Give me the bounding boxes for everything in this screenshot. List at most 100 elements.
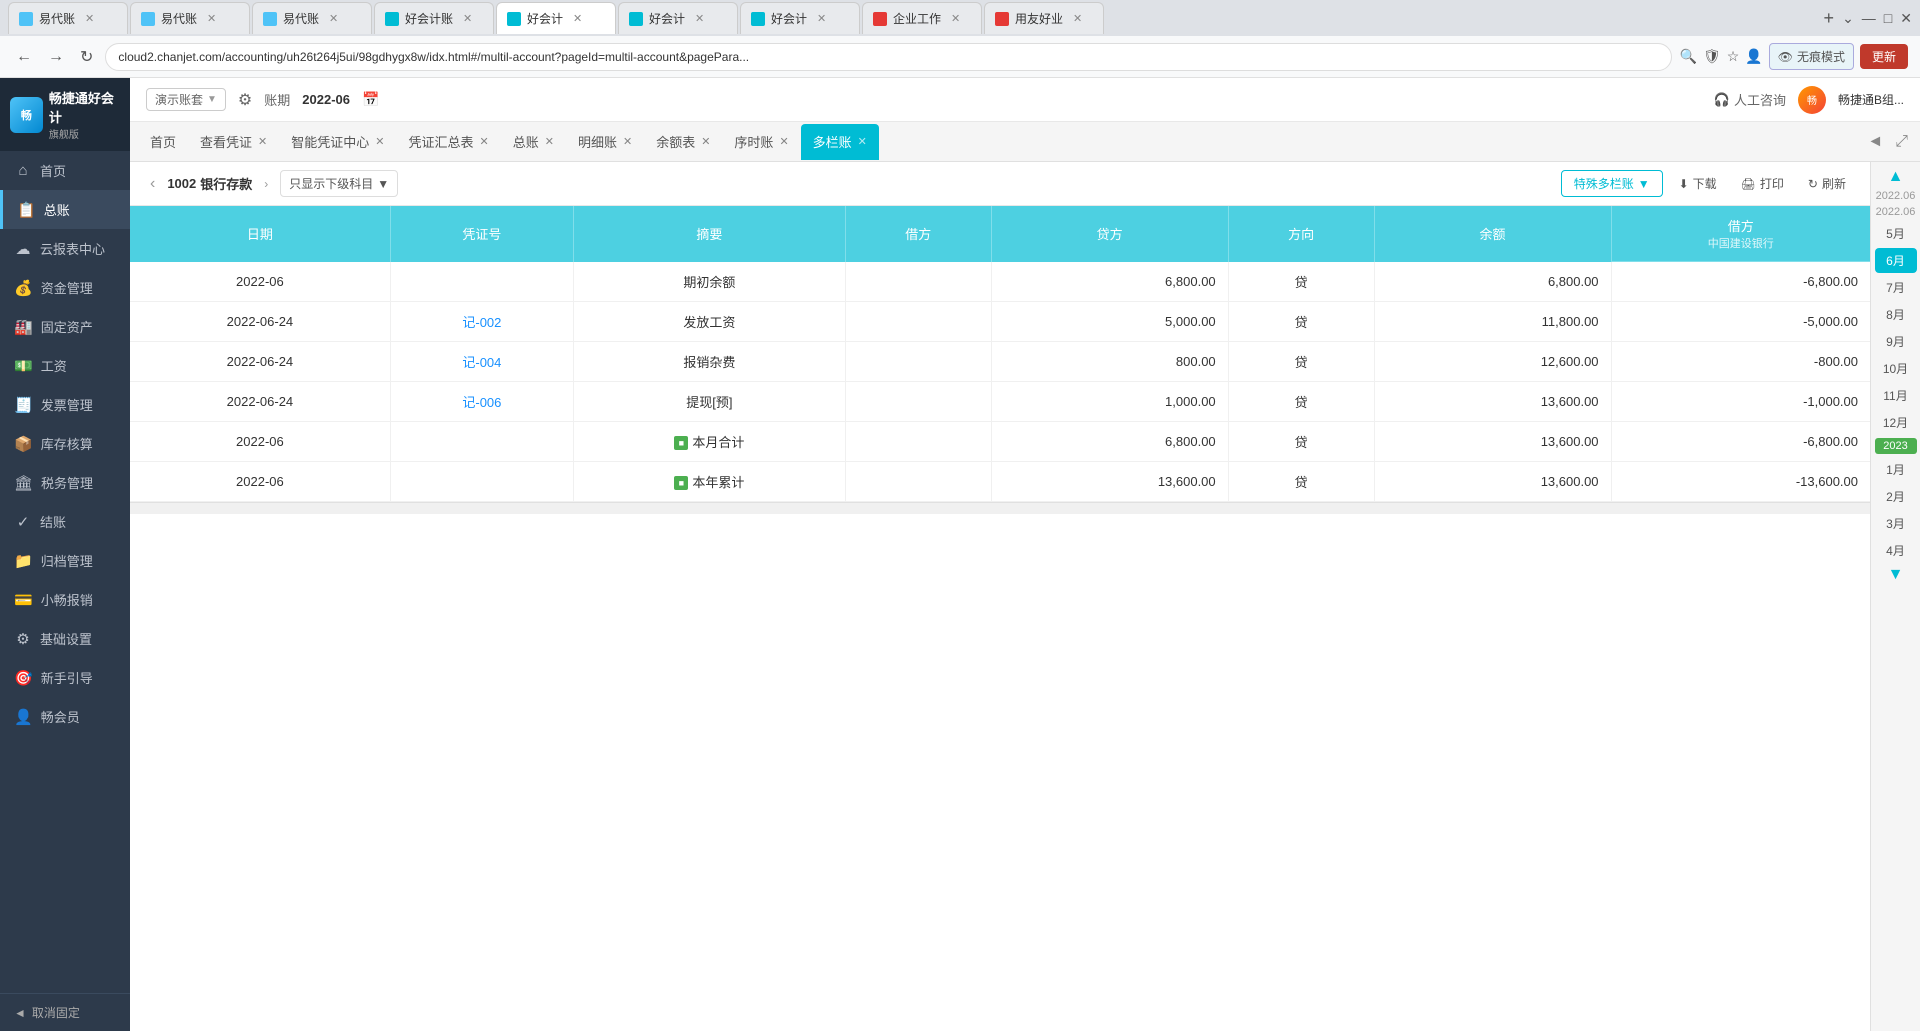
nav-tab-close-balance-table[interactable]: ✕ bbox=[701, 135, 710, 148]
close-browser-button[interactable]: ✕ bbox=[1900, 10, 1912, 27]
month-item-6月[interactable]: 6月 bbox=[1875, 248, 1917, 273]
sidebar-item-settings[interactable]: ⚙ 基础设置 bbox=[0, 619, 130, 658]
print-button[interactable]: 🖨 打印 bbox=[1733, 171, 1792, 196]
demo-dropdown-arrow[interactable]: ▼ bbox=[207, 94, 217, 105]
tab-close-button[interactable]: ✕ bbox=[573, 12, 582, 25]
nav-tab-home[interactable]: 首页 bbox=[138, 124, 188, 160]
nav-tab-view-voucher[interactable]: 查看凭证✕ bbox=[188, 124, 279, 160]
calendar-button[interactable]: 📅 bbox=[362, 91, 379, 108]
month-item-10月[interactable]: 10月 bbox=[1875, 356, 1917, 381]
consult-button[interactable]: 🎧 人工咨询 bbox=[1714, 90, 1786, 109]
special-multi-button[interactable]: 特殊多栏账 ▼ bbox=[1561, 170, 1663, 197]
tab-close-button[interactable]: ✕ bbox=[85, 12, 94, 25]
tab-label: 易代账 bbox=[283, 10, 319, 27]
sidebar-item-expense[interactable]: 💳 小畅报销 bbox=[0, 580, 130, 619]
sidebar-item-fund[interactable]: 💰 资金管理 bbox=[0, 268, 130, 307]
nav-tab-multi-column[interactable]: 多栏账✕ bbox=[801, 124, 879, 160]
nav-tab-detail-ledger[interactable]: 明细账✕ bbox=[566, 124, 644, 160]
nav-tab-balance-table[interactable]: 余额表✕ bbox=[644, 124, 722, 160]
search-icon[interactable]: 🔍 bbox=[1680, 48, 1697, 65]
month-item-8月[interactable]: 8月 bbox=[1875, 302, 1917, 327]
nav-tab-close-general-ledger[interactable]: ✕ bbox=[545, 135, 554, 148]
tab-close-button[interactable]: ✕ bbox=[329, 12, 338, 25]
tab-close-button[interactable]: ✕ bbox=[695, 12, 704, 25]
tab-close-button[interactable]: ✕ bbox=[1073, 12, 1082, 25]
download-button[interactable]: ⬇ 下载 bbox=[1671, 171, 1725, 196]
expand-panel-button[interactable]: ⤢ bbox=[1891, 129, 1912, 155]
nav-tab-close-time-ledger[interactable]: ✕ bbox=[779, 135, 788, 148]
prev-account-button[interactable]: ‹ bbox=[146, 173, 159, 195]
browser-tab-8[interactable]: 企业工作 ✕ bbox=[862, 2, 982, 34]
cell-voucher[interactable]: 记-002 bbox=[390, 301, 573, 341]
sidebar-item-invoice[interactable]: 🧾 发票管理 bbox=[0, 385, 130, 424]
sidebar-item-salary[interactable]: 💵 工资 bbox=[0, 346, 130, 385]
month-item-3月[interactable]: 3月 bbox=[1875, 511, 1917, 536]
address-input[interactable] bbox=[105, 43, 1671, 71]
browser-tab-4[interactable]: 好会计账 ✕ bbox=[374, 2, 494, 34]
month-item-11月[interactable]: 11月 bbox=[1875, 383, 1917, 408]
browser-tab-6[interactable]: 好会计 ✕ bbox=[618, 2, 738, 34]
month-item-2月[interactable]: 2月 bbox=[1875, 484, 1917, 509]
browser-tab-9[interactable]: 用友好业 ✕ bbox=[984, 2, 1104, 34]
sidebar-item-fixed-assets[interactable]: 🏭 固定资产 bbox=[0, 307, 130, 346]
sidebar-item-guide[interactable]: 🎯 新手引导 bbox=[0, 658, 130, 697]
month-up-button[interactable]: ▲ bbox=[1886, 166, 1906, 188]
sidebar-item-general-ledger[interactable]: 📋 总账 bbox=[0, 190, 130, 229]
tab-list-button[interactable]: ⌄ bbox=[1842, 10, 1854, 27]
nav-tab-close-voucher-summary[interactable]: ✕ bbox=[480, 135, 489, 148]
user-avatar[interactable]: 畅 bbox=[1798, 86, 1826, 114]
refresh-button[interactable]: ↻ 刷新 bbox=[1800, 171, 1854, 196]
month-item-1月[interactable]: 1月 bbox=[1875, 457, 1917, 482]
unpin-button[interactable]: ◄ 取消固定 bbox=[0, 993, 130, 1031]
sidebar-item-cloud-report[interactable]: ☁ 云报表中心 bbox=[0, 229, 130, 268]
cell-voucher[interactable]: 记-004 bbox=[390, 341, 573, 381]
nav-tab-close-smart-voucher[interactable]: ✕ bbox=[375, 135, 384, 148]
star-icon[interactable]: ☆ bbox=[1727, 48, 1740, 65]
new-tab-button[interactable]: + bbox=[1824, 8, 1835, 29]
month-item-7月[interactable]: 7月 bbox=[1875, 275, 1917, 300]
month-item-4月[interactable]: 4月 bbox=[1875, 538, 1917, 563]
sidebar-item-tax[interactable]: 🏛 税务管理 bbox=[0, 463, 130, 502]
browser-tab-1[interactable]: 易代账 ✕ bbox=[8, 2, 128, 34]
tab-close-button[interactable]: ✕ bbox=[207, 12, 216, 25]
profile-icon[interactable]: 👤 bbox=[1745, 48, 1762, 65]
sidebar-item-home[interactable]: ⌂ 首页 bbox=[0, 151, 130, 190]
maximize-button[interactable]: □ bbox=[1884, 10, 1892, 26]
sidebar-item-close[interactable]: ✓ 结账 bbox=[0, 502, 130, 541]
tab-close-button[interactable]: ✕ bbox=[951, 12, 960, 25]
sidebar-item-archive[interactable]: 📁 归档管理 bbox=[0, 541, 130, 580]
cell-voucher[interactable]: 记-006 bbox=[390, 381, 573, 421]
month-item-9月[interactable]: 9月 bbox=[1875, 329, 1917, 354]
nav-tab-smart-voucher[interactable]: 智能凭证中心✕ bbox=[279, 124, 396, 160]
reload-button[interactable]: ↻ bbox=[76, 43, 97, 71]
browser-tab-7[interactable]: 好会计 ✕ bbox=[740, 2, 860, 34]
sidebar-item-inventory[interactable]: 📦 库存核算 bbox=[0, 424, 130, 463]
demo-badge[interactable]: 演示账套 ▼ bbox=[146, 88, 226, 111]
bottom-scrollbar[interactable] bbox=[130, 502, 1870, 514]
next-account-button[interactable]: › bbox=[260, 175, 272, 193]
minimize-button[interactable]: — bbox=[1862, 10, 1876, 26]
month-down-button[interactable]: ▼ bbox=[1886, 564, 1906, 586]
tab-actions[interactable]: + ⌄ — □ ✕ bbox=[1824, 8, 1912, 29]
tab-close-button[interactable]: ✕ bbox=[817, 12, 826, 25]
nav-tab-close-multi-column[interactable]: ✕ bbox=[858, 135, 867, 148]
nav-tab-general-ledger[interactable]: 总账✕ bbox=[501, 124, 566, 160]
forward-button[interactable]: → bbox=[44, 44, 68, 70]
collapse-panel-button[interactable]: ◄ bbox=[1863, 129, 1887, 155]
nav-tab-time-ledger[interactable]: 序时账✕ bbox=[722, 124, 800, 160]
nav-tab-close-detail-ledger[interactable]: ✕ bbox=[623, 135, 632, 148]
browser-tab-5[interactable]: 好会计 ✕ bbox=[496, 2, 616, 34]
month-item-12月[interactable]: 12月 bbox=[1875, 410, 1917, 435]
nav-tab-close-view-voucher[interactable]: ✕ bbox=[258, 135, 267, 148]
nav-tab-voucher-summary[interactable]: 凭证汇总表✕ bbox=[396, 124, 500, 160]
browser-tab-2[interactable]: 易代账 ✕ bbox=[130, 2, 250, 34]
browser-tab-3[interactable]: 易代账 ✕ bbox=[252, 2, 372, 34]
update-button[interactable]: 更新 bbox=[1860, 44, 1908, 69]
settings-button[interactable]: ⚙ bbox=[238, 90, 252, 110]
month-item-5月[interactable]: 5月 bbox=[1875, 221, 1917, 246]
no-trace-button[interactable]: 👁 无痕模式 bbox=[1769, 43, 1854, 70]
sidebar-item-member[interactable]: 👤 畅会员 bbox=[0, 697, 130, 736]
tab-close-button[interactable]: ✕ bbox=[463, 12, 472, 25]
filter-dropdown[interactable]: 只显示下级科目 ▼ bbox=[280, 170, 398, 197]
back-button[interactable]: ← bbox=[12, 44, 36, 70]
